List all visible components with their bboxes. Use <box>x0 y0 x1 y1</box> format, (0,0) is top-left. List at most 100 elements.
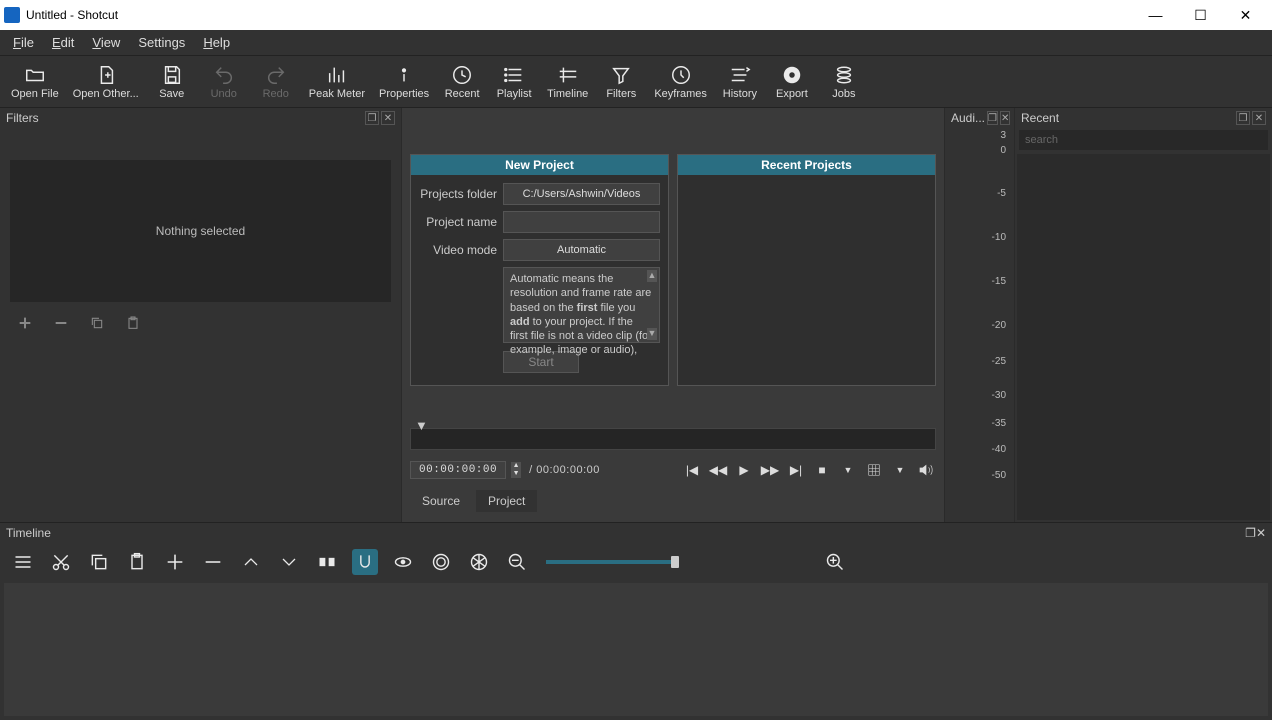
audio-panel-title: Audi... <box>951 111 985 125</box>
timeline-close-button[interactable]: ✕ <box>1256 526 1266 540</box>
transport-bar: 00:00:00:00 ▲▼ / 00:00:00:00 |◀ ◀◀ ▶ ▶▶ … <box>410 460 936 480</box>
current-timecode[interactable]: 00:00:00:00 <box>410 461 506 479</box>
timeline-panel: Timeline ❐ ✕ <box>0 522 1272 720</box>
timeline-undock-button[interactable]: ❐ <box>1245 526 1256 540</box>
save-button[interactable]: Save <box>148 58 196 106</box>
funnel-icon <box>610 64 632 86</box>
split-button[interactable] <box>314 549 340 575</box>
history-icon <box>729 64 751 86</box>
menu-file[interactable]: File <box>4 32 43 53</box>
video-mode-field[interactable]: Automatic <box>503 239 660 261</box>
project-name-field[interactable] <box>503 211 660 233</box>
redo-icon <box>265 64 287 86</box>
stack-icon <box>833 64 855 86</box>
filters-panel: Filters ❐ ✕ Nothing selected <box>0 108 402 522</box>
maximize-button[interactable]: ☐ <box>1178 0 1223 30</box>
zoom-fit-button[interactable]: ■ <box>812 460 832 480</box>
timeline-toolbar <box>0 543 1272 581</box>
peak-meter-button[interactable]: Peak Meter <box>304 58 370 106</box>
desc-scroll-up[interactable]: ▲ <box>647 270 657 282</box>
volume-button[interactable] <box>916 460 936 480</box>
zoom-slider[interactable] <box>546 560 676 564</box>
ripple-button[interactable] <box>428 549 454 575</box>
zoom-in-button[interactable] <box>822 549 848 575</box>
timeline-panel-header: Timeline ❐ ✕ <box>0 523 1272 543</box>
append-button[interactable] <box>162 549 188 575</box>
audio-undock-button[interactable]: ❐ <box>987 111 998 125</box>
info-icon <box>393 64 415 86</box>
playlist-button[interactable]: Playlist <box>490 58 538 106</box>
fast-forward-button[interactable]: ▶▶ <box>760 460 780 480</box>
undo-icon <box>213 64 235 86</box>
timecode-up[interactable]: ▲ <box>511 462 521 470</box>
desc-scroll-down[interactable]: ▼ <box>647 328 657 340</box>
export-button[interactable]: Export <box>768 58 816 106</box>
zoom-slider-handle[interactable] <box>671 556 679 568</box>
scrubber-track[interactable] <box>410 428 936 450</box>
timecode-down[interactable]: ▼ <box>511 470 521 478</box>
zoom-menu-button[interactable]: ▼ <box>838 460 858 480</box>
filters-button[interactable]: Filters <box>597 58 645 106</box>
lift-button[interactable] <box>238 549 264 575</box>
recent-undock-button[interactable]: ❐ <box>1236 111 1250 125</box>
history-button[interactable]: History <box>716 58 764 106</box>
paste-button[interactable] <box>124 549 150 575</box>
remove-button[interactable] <box>200 549 226 575</box>
filters-close-button[interactable]: ✕ <box>381 111 395 125</box>
remove-filter-button[interactable] <box>50 312 72 334</box>
menu-help[interactable]: Help <box>194 32 239 53</box>
main-toolbar: Open File Open Other... Save Undo Redo P… <box>0 56 1272 108</box>
skip-start-button[interactable]: |◀ <box>682 460 702 480</box>
copy-filter-button[interactable] <box>86 312 108 334</box>
tab-source[interactable]: Source <box>410 490 472 512</box>
new-project-title: New Project <box>411 155 668 175</box>
menu-view[interactable]: View <box>83 32 129 53</box>
recent-close-button[interactable]: ✕ <box>1252 111 1266 125</box>
recent-projects-card: Recent Projects <box>677 154 936 386</box>
add-filter-button[interactable] <box>14 312 36 334</box>
window-title: Untitled - Shotcut <box>26 8 1133 22</box>
paste-filter-button[interactable] <box>122 312 144 334</box>
skip-end-button[interactable]: ▶| <box>786 460 806 480</box>
snap-button[interactable] <box>352 549 378 575</box>
close-button[interactable]: ✕ <box>1223 0 1268 30</box>
copy-button[interactable] <box>86 549 112 575</box>
scrubber-playhead-icon[interactable]: ▼ <box>415 418 428 433</box>
timeline-button[interactable]: Timeline <box>542 58 593 106</box>
grid-button[interactable] <box>864 460 884 480</box>
open-other-button[interactable]: Open Other... <box>68 58 144 106</box>
grid-menu-button[interactable]: ▼ <box>890 460 910 480</box>
zoom-out-button[interactable] <box>504 549 530 575</box>
recent-search-input[interactable]: search <box>1019 130 1268 150</box>
keyframes-button[interactable]: Keyframes <box>649 58 712 106</box>
tab-project[interactable]: Project <box>476 490 537 512</box>
jobs-button[interactable]: Jobs <box>820 58 868 106</box>
undo-button[interactable]: Undo <box>200 58 248 106</box>
menu-edit[interactable]: Edit <box>43 32 83 53</box>
projects-folder-label: Projects folder <box>419 187 497 201</box>
play-button[interactable]: ▶ <box>734 460 754 480</box>
cut-button[interactable] <box>48 549 74 575</box>
recent-panel: Recent ❐ ✕ search <box>1014 108 1272 522</box>
redo-button[interactable]: Redo <box>252 58 300 106</box>
open-file-button[interactable]: Open File <box>6 58 64 106</box>
menu-settings[interactable]: Settings <box>129 32 194 53</box>
filters-undock-button[interactable]: ❐ <box>365 111 379 125</box>
list-icon <box>503 64 525 86</box>
projects-folder-field[interactable]: C:/Users/Ashwin/Videos <box>503 183 660 205</box>
timeline-icon <box>557 64 579 86</box>
audio-close-button[interactable]: ✕ <box>1000 111 1010 125</box>
timeline-tracks-area[interactable] <box>4 583 1268 716</box>
properties-button[interactable]: Properties <box>374 58 434 106</box>
filters-empty-message: Nothing selected <box>10 160 391 302</box>
minimize-button[interactable]: — <box>1133 0 1178 30</box>
overwrite-button[interactable] <box>276 549 302 575</box>
disc-icon <box>781 64 803 86</box>
ripple-all-button[interactable] <box>466 549 492 575</box>
recent-button[interactable]: Recent <box>438 58 486 106</box>
timeline-panel-title: Timeline <box>6 526 51 540</box>
titlebar: Untitled - Shotcut — ☐ ✕ <box>0 0 1272 30</box>
scrub-audio-button[interactable] <box>390 549 416 575</box>
timeline-menu-button[interactable] <box>10 549 36 575</box>
rewind-button[interactable]: ◀◀ <box>708 460 728 480</box>
